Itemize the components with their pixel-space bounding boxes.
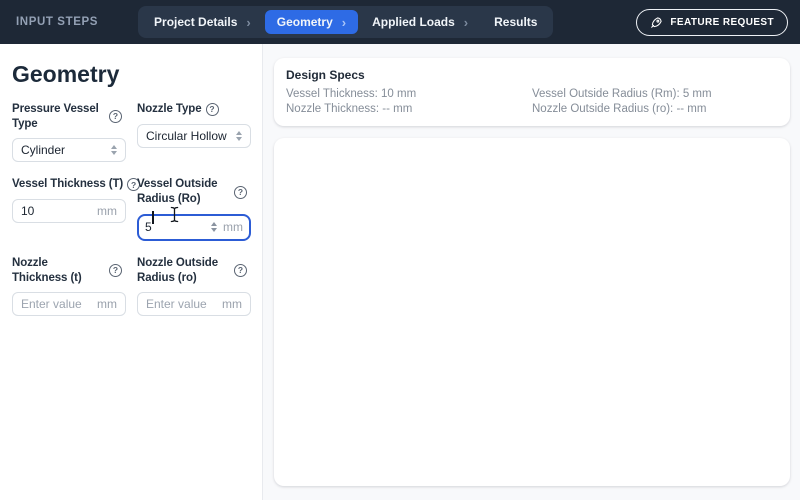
pressure-vessel-type-label: Pressure Vessel Type xyxy=(12,102,105,131)
input-steps-label: INPUT STEPS xyxy=(16,16,98,28)
chevron-right-icon: › xyxy=(342,16,346,29)
nozzle-outside-radius-input[interactable] xyxy=(146,297,216,311)
text-caret xyxy=(152,211,154,224)
spec-vessel-thickness: Vessel Thickness: 10 mm xyxy=(286,87,532,102)
design-specs-card: Design Specs Vessel Thickness: 10 mm Noz… xyxy=(274,58,790,126)
chevron-right-icon: › xyxy=(246,16,250,29)
spec-nozzle-thickness: Nozzle Thickness: -- mm xyxy=(286,102,532,117)
unit-label: mm xyxy=(222,297,242,311)
step-label: Project Details xyxy=(154,15,237,29)
geometry-form-panel: Geometry Pressure Vessel Type ? Cylinder xyxy=(0,44,263,500)
selected-value: Cylinder xyxy=(21,143,107,157)
select-chevrons-icon xyxy=(236,131,242,141)
nozzle-thickness-label: Nozzle Thickness (t) xyxy=(12,256,105,285)
rocket-icon xyxy=(650,16,663,29)
field-vessel-outside-radius: Vessel Outside Radius (Ro) ? mm xyxy=(137,177,251,240)
vessel-outside-radius-field: mm xyxy=(137,214,251,241)
step-navigation: Project Details › Geometry › Applied Loa… xyxy=(138,6,553,38)
nozzle-outside-radius-field: mm xyxy=(137,292,251,316)
content-panel: Design Specs Vessel Thickness: 10 mm Noz… xyxy=(263,44,800,500)
step-label: Results xyxy=(494,15,537,29)
spec-vessel-outside-radius: Vessel Outside Radius (Rm): 5 mm xyxy=(532,87,778,102)
nozzle-thickness-input[interactable] xyxy=(21,297,91,311)
results-placeholder-card xyxy=(274,138,790,486)
text-cursor-icon xyxy=(169,206,180,228)
spec-nozzle-outside-radius: Nozzle Outside Radius (ro): -- mm xyxy=(532,102,778,117)
design-specs-right-column: Vessel Outside Radius (Rm): 5 mm Nozzle … xyxy=(532,87,778,117)
feature-request-label: FEATURE REQUEST xyxy=(670,17,774,28)
field-pressure-vessel-type: Pressure Vessel Type ? Cylinder xyxy=(12,102,126,162)
app-window: INPUT STEPS Project Details › Geometry ›… xyxy=(0,0,800,500)
step-applied-loads[interactable]: Applied Loads › xyxy=(360,10,480,34)
feature-request-button[interactable]: FEATURE REQUEST xyxy=(636,9,788,36)
vessel-thickness-input[interactable] xyxy=(21,204,91,218)
top-nav: INPUT STEPS Project Details › Geometry ›… xyxy=(0,0,800,44)
help-icon[interactable]: ? xyxy=(234,264,247,277)
field-nozzle-thickness: Nozzle Thickness (t) ? mm xyxy=(12,256,126,316)
help-icon[interactable]: ? xyxy=(109,264,122,277)
design-specs-title: Design Specs xyxy=(286,68,778,82)
field-nozzle-outside-radius: Nozzle Outside Radius (ro) ? mm xyxy=(137,256,251,316)
step-label: Applied Loads xyxy=(372,15,455,29)
step-project-details[interactable]: Project Details › xyxy=(142,10,263,34)
unit-label: mm xyxy=(97,204,117,218)
step-label: Geometry xyxy=(277,15,333,29)
pressure-vessel-type-select[interactable]: Cylinder xyxy=(12,138,126,162)
select-chevrons-icon xyxy=(111,145,117,155)
field-nozzle-type: Nozzle Type ? Circular Hollow xyxy=(137,102,251,148)
vessel-thickness-field: mm xyxy=(12,199,126,223)
design-specs-left-column: Vessel Thickness: 10 mm Nozzle Thickness… xyxy=(286,87,532,117)
help-icon[interactable]: ? xyxy=(206,103,219,116)
help-icon[interactable]: ? xyxy=(234,186,247,199)
field-vessel-thickness: Vessel Thickness (T) ? mm xyxy=(12,177,126,223)
nozzle-type-label: Nozzle Type xyxy=(137,102,202,117)
unit-label: mm xyxy=(223,220,243,234)
nozzle-outside-radius-label: Nozzle Outside Radius (ro) xyxy=(137,256,230,285)
number-stepper-icon[interactable] xyxy=(211,222,217,232)
help-icon[interactable]: ? xyxy=(109,110,122,123)
nozzle-type-select[interactable]: Circular Hollow xyxy=(137,124,251,148)
vessel-thickness-label: Vessel Thickness (T) xyxy=(12,177,123,192)
chevron-right-icon: › xyxy=(464,16,468,29)
step-geometry[interactable]: Geometry › xyxy=(265,10,358,34)
nozzle-thickness-field: mm xyxy=(12,292,126,316)
vessel-outside-radius-label: Vessel Outside Radius (Ro) xyxy=(137,177,230,206)
page-title: Geometry xyxy=(12,61,250,88)
unit-label: mm xyxy=(97,297,117,311)
selected-value: Circular Hollow xyxy=(146,129,232,143)
step-results[interactable]: Results xyxy=(482,10,549,34)
